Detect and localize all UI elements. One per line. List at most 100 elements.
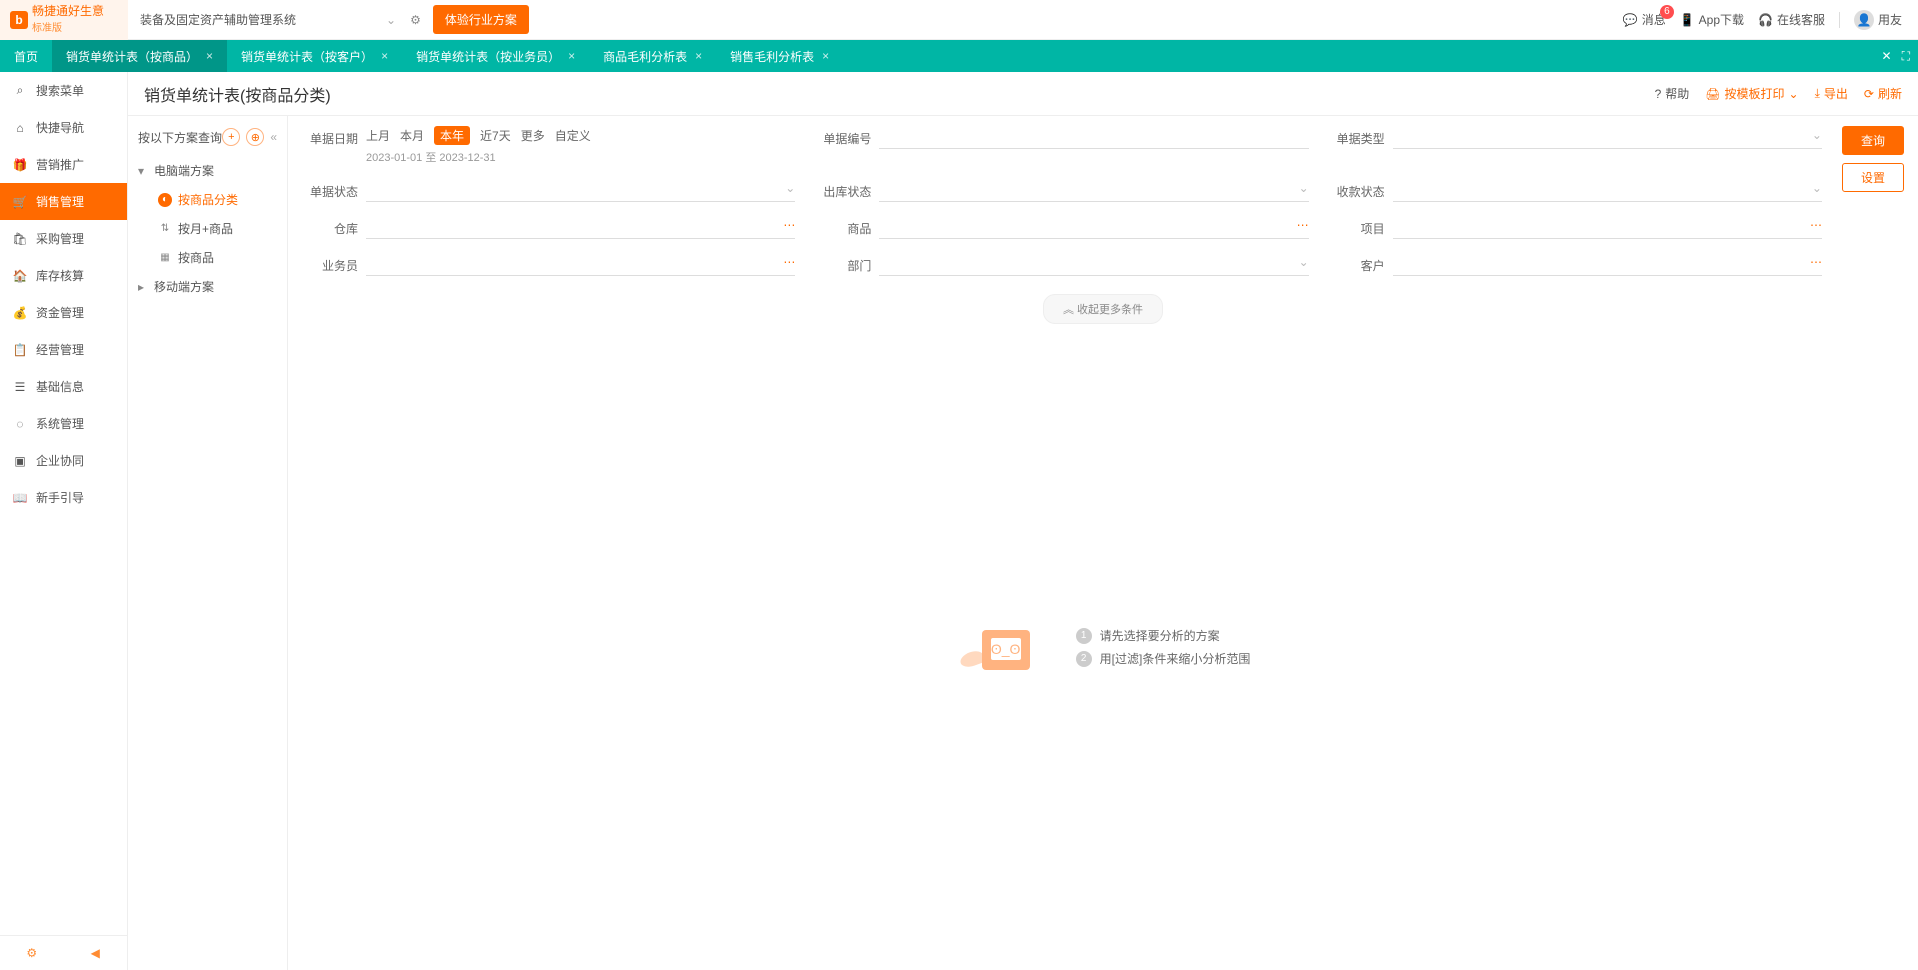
- project-input[interactable]: [1393, 216, 1822, 239]
- sidebar-item-0[interactable]: ⌕搜索菜单: [0, 72, 127, 109]
- page-actions: ?帮助 🖨按模板打印 ⌄ ⤓导出 ⟳刷新: [1655, 85, 1902, 102]
- date-tab[interactable]: 自定义: [555, 127, 591, 144]
- add-scheme-icon[interactable]: +: [222, 128, 240, 146]
- doc-type-select[interactable]: [1393, 126, 1822, 149]
- refresh-link[interactable]: ⟳刷新: [1864, 85, 1902, 102]
- filter-pay-status: 收款状态 ⌄: [1329, 179, 1822, 202]
- sidebar-label: 企业协同: [36, 452, 84, 469]
- scheme-group-1[interactable]: ▸移动端方案: [128, 272, 287, 301]
- sidebar-item-4[interactable]: 🛍采购管理: [0, 220, 127, 257]
- date-tab[interactable]: 上月: [366, 127, 390, 144]
- sidebar-item-3[interactable]: 🛒销售管理: [0, 183, 127, 220]
- scheme-item-label: 按月+商品: [178, 220, 233, 237]
- sidebar-bottom: ⚙ ◀: [0, 935, 127, 970]
- scheme-item-0-2[interactable]: ▦按商品: [128, 243, 287, 272]
- export-link[interactable]: ⤓导出: [1815, 85, 1848, 102]
- avatar-icon: 👤: [1854, 10, 1874, 30]
- sidebar-icon: 🎁: [12, 158, 28, 172]
- help-link[interactable]: ?帮助: [1655, 85, 1690, 102]
- sidebar-item-8[interactable]: ☰基础信息: [0, 368, 127, 405]
- close-icon[interactable]: ×: [381, 49, 388, 63]
- sidebar-item-5[interactable]: 🏠库存核算: [0, 257, 127, 294]
- sidebar-item-10[interactable]: ▣企业协同: [0, 442, 127, 479]
- tab-label: 销售毛利分析表: [730, 48, 814, 65]
- collapse-panel-icon[interactable]: «: [270, 130, 277, 144]
- scheme-settings-icon[interactable]: ⊕: [246, 128, 264, 146]
- tab-item-4[interactable]: 销售毛利分析表 ×: [716, 40, 843, 72]
- system-selector[interactable]: 装备及固定资产辅助管理系统 ⌄: [140, 11, 396, 28]
- more-icon[interactable]: ⋯: [1810, 255, 1822, 269]
- sidebar-item-1[interactable]: ⌂快捷导航: [0, 109, 127, 146]
- chevron-down-icon[interactable]: ⌄: [785, 181, 795, 195]
- online-service-link[interactable]: 🎧 在线客服: [1758, 11, 1825, 28]
- close-icon[interactable]: ×: [695, 49, 702, 63]
- print-link[interactable]: 🖨按模板打印 ⌄: [1705, 85, 1798, 102]
- messages-link[interactable]: 💬 消息 6: [1623, 11, 1666, 28]
- filter-doc-type: 单据类型 ⌄: [1329, 126, 1822, 149]
- more-icon[interactable]: ⋯: [1810, 218, 1822, 232]
- filter-warehouse: 仓库 ⋯: [302, 216, 795, 239]
- print-icon: 🖨: [1705, 87, 1720, 101]
- settings-button[interactable]: 设置: [1842, 163, 1904, 192]
- filter-doc-no: 单据编号: [815, 126, 1308, 149]
- more-icon[interactable]: ⋯: [783, 255, 795, 269]
- product-input[interactable]: [879, 216, 1308, 239]
- chevron-down-icon[interactable]: ⌄: [1299, 255, 1309, 269]
- dept-select[interactable]: [879, 253, 1308, 276]
- filter-area: 单据日期 上月本月本年近7天更多自定义 2023-01-01 至 2023-12…: [288, 116, 1918, 290]
- pay-status-select[interactable]: [1393, 179, 1822, 202]
- tab-item-0[interactable]: 销货单统计表（按商品）×: [52, 40, 227, 72]
- out-status-select[interactable]: [879, 179, 1308, 202]
- more-icon[interactable]: ⋯: [783, 218, 795, 232]
- chevron-down-icon[interactable]: ⌄: [1812, 181, 1822, 195]
- user-menu[interactable]: 👤 用友: [1854, 10, 1902, 30]
- sidebar-item-7[interactable]: 📋经营管理: [0, 331, 127, 368]
- tab-home[interactable]: 首页: [0, 40, 52, 72]
- settings-icon[interactable]: ⚙: [0, 936, 64, 970]
- doc-no-input[interactable]: [879, 126, 1308, 149]
- sidebar-item-6[interactable]: 💰资金管理: [0, 294, 127, 331]
- experience-button[interactable]: 体验行业方案: [433, 5, 529, 34]
- sidebar-label: 经营管理: [36, 341, 84, 358]
- collapse-filters-button[interactable]: ︽ 收起更多条件: [1043, 294, 1163, 324]
- close-icon[interactable]: ×: [206, 49, 213, 63]
- app-download-link[interactable]: 📱 App下载: [1680, 11, 1744, 28]
- customer-input[interactable]: [1393, 253, 1822, 276]
- chevron-down-icon: ⌄: [386, 13, 396, 27]
- sidebar-item-2[interactable]: 🎁营销推广: [0, 146, 127, 183]
- sidebar-label: 搜索菜单: [36, 82, 84, 99]
- close-icon[interactable]: ×: [568, 49, 575, 63]
- collapse-sidebar-icon[interactable]: ◀: [64, 936, 128, 970]
- chevron-down-icon[interactable]: ⌄: [1812, 128, 1822, 142]
- filter-product: 商品 ⋯: [815, 216, 1308, 239]
- chevron-down-icon[interactable]: ⌄: [1299, 181, 1309, 195]
- scheme-item-icon: ◐: [158, 193, 172, 207]
- query-button[interactable]: 查询: [1842, 126, 1904, 155]
- sidebar-icon: 📖: [12, 491, 28, 505]
- scheme-item-0-1[interactable]: ⇅按月+商品: [128, 214, 287, 243]
- filter-salesman: 业务员 ⋯: [302, 253, 795, 276]
- tab-item-2[interactable]: 销货单统计表（按业务员）×: [402, 40, 589, 72]
- date-tab[interactable]: 更多: [521, 127, 545, 144]
- close-all-icon[interactable]: ✕: [1882, 49, 1892, 63]
- warehouse-input[interactable]: [366, 216, 795, 239]
- fullscreen-icon[interactable]: ⛶: [1902, 49, 1910, 64]
- chevron-down-icon: ⌄: [1789, 87, 1799, 101]
- scheme-group-0[interactable]: ▾电脑端方案: [128, 156, 287, 185]
- close-icon[interactable]: ×: [822, 49, 829, 63]
- sidebar-icon: ⌂: [12, 121, 28, 135]
- sidebar-item-9[interactable]: ◌系统管理: [0, 405, 127, 442]
- salesman-input[interactable]: [366, 253, 795, 276]
- date-tab[interactable]: 本年: [434, 126, 470, 145]
- gear-icon[interactable]: ⚙: [410, 13, 421, 27]
- more-icon[interactable]: ⋯: [1297, 218, 1309, 232]
- doc-status-select[interactable]: [366, 179, 795, 202]
- sidebar-item-11[interactable]: 📖新手引导: [0, 479, 127, 516]
- tab-item-1[interactable]: 销货单统计表（按客户）×: [227, 40, 402, 72]
- tab-item-3[interactable]: 商品毛利分析表×: [589, 40, 716, 72]
- date-tab[interactable]: 本月: [400, 127, 424, 144]
- date-tabs: 上月本月本年近7天更多自定义: [366, 126, 795, 145]
- date-tab[interactable]: 近7天: [480, 127, 511, 144]
- empty-steps: 1请先选择要分析的方案 2用[过滤]条件来缩小分析范围: [1076, 621, 1251, 673]
- scheme-item-0-0[interactable]: ◐按商品分类: [128, 185, 287, 214]
